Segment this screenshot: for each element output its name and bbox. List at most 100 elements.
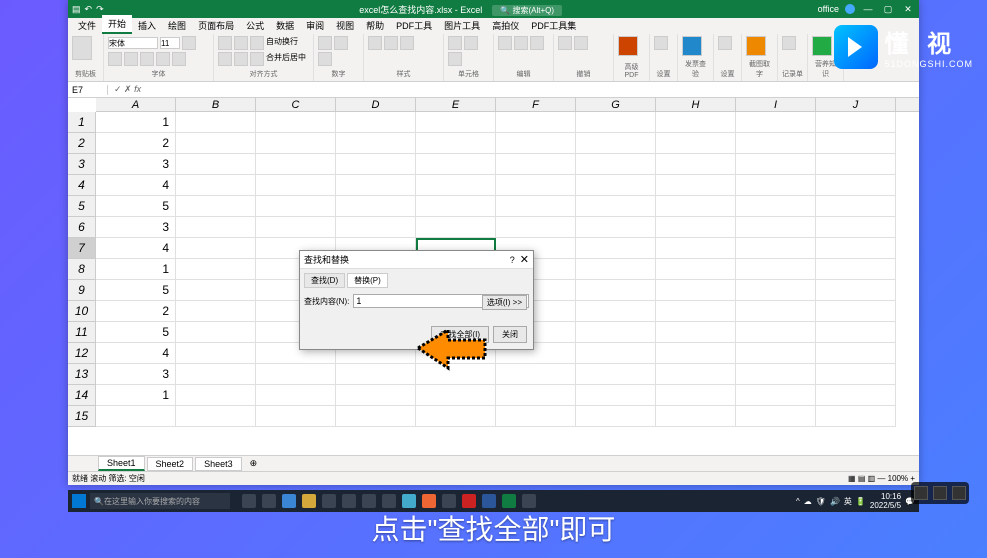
cell[interactable]: 5 [96,322,176,343]
cell[interactable] [816,385,896,406]
cell[interactable] [416,406,496,427]
zoom-controls[interactable]: ▦ ▤ ▥ — 100% + [848,474,915,483]
minimize-button[interactable]: — [861,4,875,14]
app-icon[interactable] [362,494,376,508]
cell[interactable] [176,133,256,154]
cell[interactable] [576,112,656,133]
fill-down-icon[interactable] [514,36,528,50]
col-header[interactable]: C [256,98,336,111]
col-header[interactable]: B [176,98,256,111]
cell[interactable] [656,301,736,322]
find-all-button[interactable]: 查找全部(I) [431,326,489,343]
cell[interactable] [576,343,656,364]
cell[interactable]: 4 [96,175,176,196]
cell[interactable] [496,196,576,217]
cell[interactable] [816,112,896,133]
cell[interactable] [496,133,576,154]
row-header[interactable]: 6 [68,217,95,238]
tab-pdf[interactable]: PDF工具 [390,17,438,34]
merge-center[interactable]: 合并后居中 [266,52,306,66]
tab-formulas[interactable]: 公式 [240,17,270,34]
cell[interactable] [816,154,896,175]
row-header[interactable]: 4 [68,175,95,196]
cell[interactable] [816,322,896,343]
tab-home[interactable]: 开始 [102,15,132,34]
table-format-icon[interactable] [384,36,398,50]
cell[interactable] [416,385,496,406]
tab-scanner[interactable]: 高拍仪 [486,17,525,34]
cell[interactable] [176,301,256,322]
paste-icon[interactable] [72,36,92,60]
cell[interactable] [336,385,416,406]
invoice-icon[interactable] [682,36,702,56]
cell[interactable] [496,406,576,427]
cell[interactable] [256,154,336,175]
cell[interactable] [96,406,176,427]
tab-replace[interactable]: 替换(P) [347,273,388,288]
cell[interactable] [176,385,256,406]
comma-icon[interactable] [318,52,332,66]
word-icon[interactable] [482,494,496,508]
tray-icon[interactable]: 🔋 [856,497,866,506]
cortana-icon[interactable] [262,494,276,508]
cell[interactable] [736,343,816,364]
dialog-help-icon[interactable]: ? [510,255,515,265]
cell[interactable] [736,196,816,217]
italic-icon[interactable] [108,52,122,66]
cell[interactable] [656,406,736,427]
cell[interactable] [576,364,656,385]
cell[interactable] [256,112,336,133]
cell[interactable] [816,175,896,196]
cell[interactable]: 3 [96,364,176,385]
row-header[interactable]: 8 [68,259,95,280]
delete-cell-icon[interactable] [464,36,478,50]
cell[interactable] [816,301,896,322]
row-header[interactable]: 2 [68,133,95,154]
cell[interactable] [576,259,656,280]
row-header[interactable]: 13 [68,364,95,385]
cell[interactable] [576,154,656,175]
cell[interactable] [576,322,656,343]
nutrition-icon[interactable] [812,36,832,56]
explorer-icon[interactable] [302,494,316,508]
cell[interactable] [576,196,656,217]
tab-pdfset[interactable]: PDF工具集 [525,17,582,34]
taskbar-search[interactable]: 🔍 在这里输入你要搜索的内容 [90,493,230,509]
cell[interactable]: 2 [96,133,176,154]
close-button[interactable]: ✕ [901,4,915,15]
tab-help[interactable]: 帮助 [360,17,390,34]
cell[interactable] [576,175,656,196]
cell[interactable] [576,301,656,322]
cell[interactable] [816,364,896,385]
bold-icon[interactable] [182,36,196,50]
cell-style-icon[interactable] [400,36,414,50]
tray-ime-icon[interactable]: 英 [844,496,852,507]
border-icon[interactable] [140,52,154,66]
cell[interactable] [656,343,736,364]
cell[interactable] [736,112,816,133]
cell[interactable] [176,343,256,364]
tab-file[interactable]: 文件 [72,17,102,34]
tray-up-icon[interactable]: ^ [796,497,800,506]
cell[interactable] [576,133,656,154]
cell[interactable] [496,112,576,133]
insert-cell-icon[interactable] [448,36,462,50]
settings-icon[interactable] [654,36,668,50]
cell[interactable]: 4 [96,343,176,364]
format-cell-icon[interactable] [448,52,462,66]
start-button[interactable] [72,494,86,508]
cell[interactable] [736,406,816,427]
tab-draw[interactable]: 绘图 [162,17,192,34]
cell[interactable] [416,154,496,175]
cell[interactable] [496,385,576,406]
cell[interactable] [176,364,256,385]
font-size[interactable] [160,37,180,49]
app-icon[interactable] [522,494,536,508]
cell[interactable]: 4 [96,238,176,259]
row-header[interactable]: 15 [68,406,95,427]
cell[interactable] [816,217,896,238]
cell[interactable]: 2 [96,301,176,322]
cell[interactable] [576,280,656,301]
edge-icon[interactable] [282,494,296,508]
cell[interactable] [336,154,416,175]
